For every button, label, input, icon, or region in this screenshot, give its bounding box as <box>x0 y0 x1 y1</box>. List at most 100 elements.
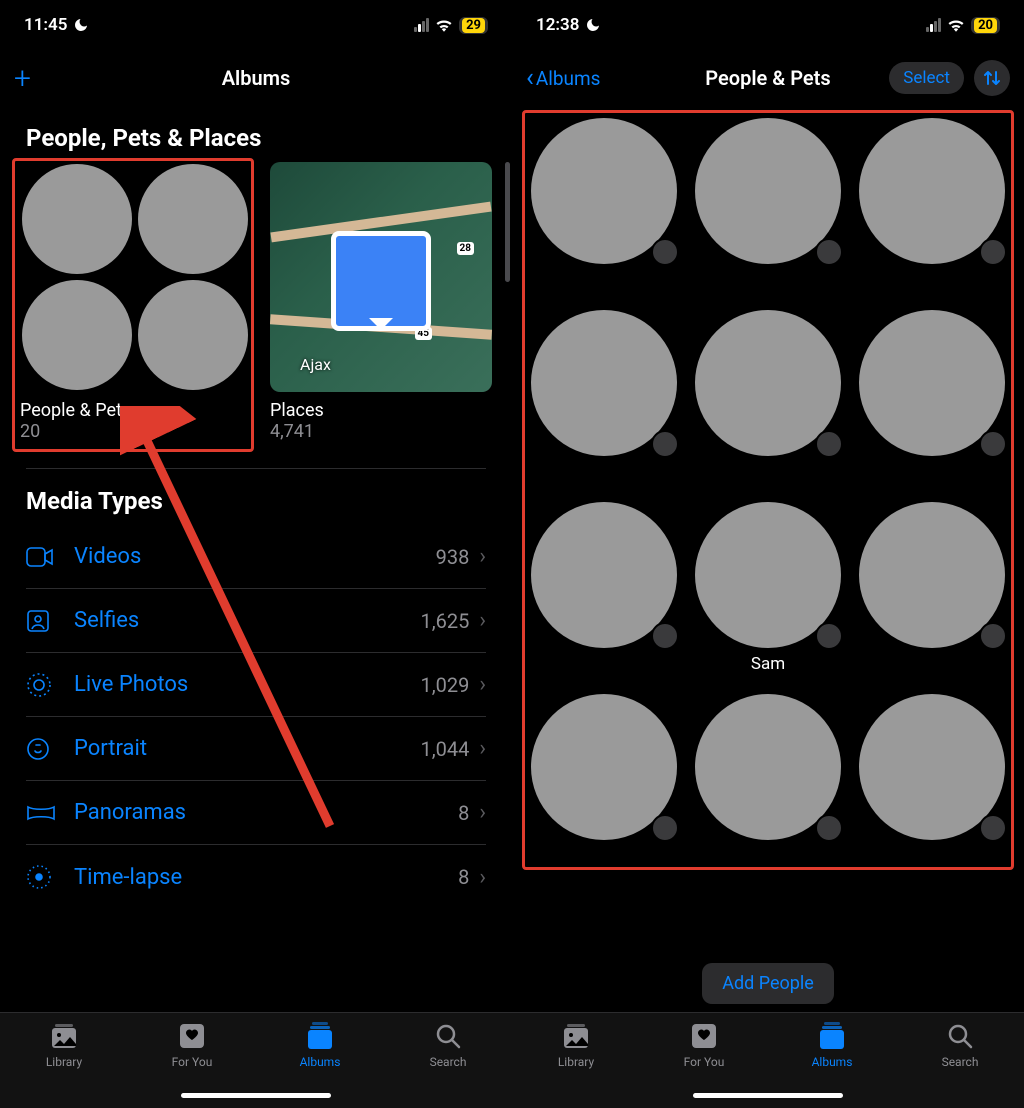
face-thumbnail <box>531 310 677 456</box>
media-row-portrait[interactable]: Portrait 1,044 › <box>26 717 486 781</box>
home-indicator[interactable] <box>693 1093 843 1098</box>
status-bar: 11:45 29 <box>0 0 512 50</box>
face-thumbnail <box>531 502 677 648</box>
favorite-badge-icon <box>979 430 1007 458</box>
tab-search[interactable]: Search <box>915 1021 1005 1069</box>
face-thumbnail <box>859 118 1005 264</box>
sort-arrows-icon <box>983 69 1001 87</box>
search-icon <box>435 1021 461 1051</box>
section-media-types: Media Types <box>0 469 512 525</box>
tab-albums[interactable]: Albums <box>275 1021 365 1069</box>
tab-label: Albums <box>300 1055 341 1069</box>
album-places[interactable]: 28 45 Ajax Places 4,741 <box>270 162 492 442</box>
media-label: Portrait <box>62 736 420 761</box>
phone-left: 11:45 29 + Albums People, Pets & Places <box>0 0 512 1108</box>
dnd-moon-icon <box>73 17 89 33</box>
media-row-videos[interactable]: Videos 938 › <box>26 525 486 589</box>
wifi-icon <box>947 18 965 32</box>
tab-for-you[interactable]: For You <box>147 1021 237 1069</box>
face-thumbnail <box>859 694 1005 840</box>
favorite-badge-icon <box>815 622 843 650</box>
media-count: 1,029 <box>420 673 469 697</box>
media-count: 1,044 <box>420 737 469 761</box>
media-types-list: Videos 938 › Selfies 1,625 › Live Photos… <box>0 525 512 909</box>
tab-for-you[interactable]: For You <box>659 1021 749 1069</box>
face-thumbnail <box>531 694 677 840</box>
tab-library[interactable]: Library <box>19 1021 109 1069</box>
favorite-badge-icon <box>815 238 843 266</box>
chevron-left-icon: ‹ <box>526 65 534 91</box>
battery-percentage: 29 <box>462 18 485 33</box>
face-thumbnail <box>695 694 841 840</box>
selfie-icon <box>26 609 62 633</box>
live-photo-icon <box>26 672 62 698</box>
dnd-moon-icon <box>585 17 601 33</box>
media-row-live-photos[interactable]: Live Photos 1,029 › <box>26 653 486 717</box>
media-label: Panoramas <box>62 800 458 825</box>
portrait-icon <box>26 737 62 761</box>
favorite-badge-icon <box>979 814 1007 842</box>
media-label: Videos <box>62 544 436 569</box>
for-you-icon <box>691 1021 717 1051</box>
tab-library[interactable]: Library <box>531 1021 621 1069</box>
road-badge: 28 <box>457 242 474 255</box>
albums-icon <box>305 1021 335 1051</box>
chevron-right-icon: › <box>479 544 486 569</box>
nav-bar-people-pets: ‹ Albums People & Pets Select <box>512 50 1024 106</box>
face-thumbnail <box>531 118 677 264</box>
sort-button[interactable] <box>974 60 1010 96</box>
add-people-button[interactable]: Add People <box>702 963 834 1004</box>
back-button[interactable]: ‹ Albums <box>526 65 600 91</box>
face-thumbnail <box>695 118 841 264</box>
library-icon <box>560 1021 592 1051</box>
media-row-panoramas[interactable]: Panoramas 8 › <box>26 781 486 845</box>
page-title: People & Pets <box>705 66 830 90</box>
select-button[interactable]: Select <box>889 62 964 94</box>
chevron-right-icon: › <box>479 672 486 697</box>
add-album-button[interactable]: + <box>14 61 31 96</box>
tab-albums[interactable]: Albums <box>787 1021 877 1069</box>
media-row-selfies[interactable]: Selfies 1,625 › <box>26 589 486 653</box>
tab-bar: Library For You Albums Search <box>0 1012 512 1108</box>
people-content[interactable]: Sam Add People <box>512 106 1024 1012</box>
video-icon <box>26 547 62 567</box>
library-icon <box>48 1021 80 1051</box>
chevron-right-icon: › <box>479 865 486 890</box>
tab-search[interactable]: Search <box>403 1021 493 1069</box>
timelapse-icon <box>26 864 62 890</box>
media-label: Live Photos <box>62 672 420 697</box>
face-thumbnail <box>695 310 841 456</box>
status-time: 11:45 <box>24 15 67 35</box>
favorite-badge-icon <box>979 238 1007 266</box>
favorite-badge-icon <box>651 430 679 458</box>
tab-label: Library <box>46 1055 82 1069</box>
face-thumbnail <box>859 310 1005 456</box>
face-thumbnail <box>859 502 1005 648</box>
status-bar: 12:38 20 <box>512 0 1024 50</box>
tab-label: For You <box>172 1055 213 1069</box>
albums-icon <box>817 1021 847 1051</box>
phone-right: 12:38 20 ‹ Albums People & Pets <box>512 0 1024 1108</box>
nav-bar-albums: + Albums <box>0 50 512 106</box>
media-row-timelapse[interactable]: Time-lapse 8 › <box>26 845 486 909</box>
favorite-badge-icon <box>815 430 843 458</box>
tab-label: Albums <box>812 1055 853 1069</box>
wifi-icon <box>435 18 453 32</box>
cellular-signal-icon <box>414 18 429 32</box>
albums-content[interactable]: People, Pets & Places People & Pets 20 2… <box>0 106 512 1012</box>
face-thumbnail <box>695 502 841 648</box>
section-people-pets-places: People, Pets & Places <box>0 106 512 162</box>
panorama-icon <box>26 804 62 822</box>
status-time: 12:38 <box>536 15 579 35</box>
favorite-badge-icon <box>979 622 1007 650</box>
media-count: 938 <box>436 545 470 569</box>
tab-label: Search <box>430 1055 467 1069</box>
search-icon <box>947 1021 973 1051</box>
home-indicator[interactable] <box>181 1093 331 1098</box>
annotation-highlight-people <box>12 158 254 452</box>
scroll-indicator[interactable] <box>505 162 510 282</box>
media-count: 1,625 <box>420 609 469 633</box>
battery-indicator: 20 <box>971 17 1000 34</box>
tab-label: For You <box>684 1055 725 1069</box>
chevron-right-icon: › <box>479 736 486 761</box>
